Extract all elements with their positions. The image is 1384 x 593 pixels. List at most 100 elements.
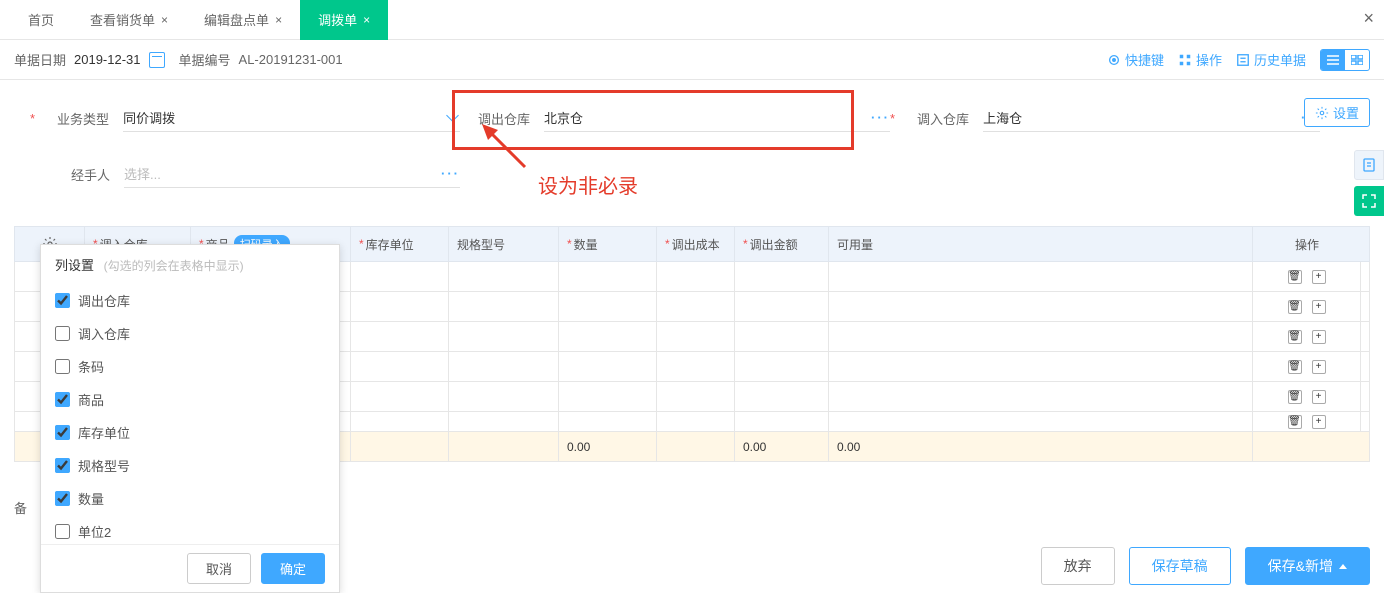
col-item[interactable]: 库存单位: [55, 416, 325, 449]
in-wh-group: * 调入仓库 上海仓 ···: [890, 104, 1320, 132]
save-draft-button[interactable]: 保存草稿: [1129, 547, 1231, 585]
biz-type-group: * 业务类型 同价调拨: [30, 104, 460, 132]
delete-row-icon[interactable]: 🗑: [1288, 360, 1302, 374]
tab-edit-inventory[interactable]: 编辑盘点单×: [186, 0, 300, 40]
summary-out-amount: 0.00: [829, 432, 1253, 461]
delete-row-icon[interactable]: 🗑: [1288, 300, 1302, 314]
popup-body[interactable]: 调出仓库 调入仓库 条码 商品 库存单位 规格型号 数量 单位2: [41, 284, 339, 544]
tabs-bar: 首页 查看销货单 × 编辑盘点单× 调拨单 × ×: [0, 0, 1384, 40]
tab-home[interactable]: 首页: [10, 0, 72, 40]
delete-row-icon[interactable]: 🗑: [1288, 270, 1302, 284]
calendar-icon[interactable]: [149, 52, 165, 68]
close-icon[interactable]: ×: [1363, 8, 1374, 29]
out-wh-combo[interactable]: 北京仓 ···: [544, 104, 890, 132]
col-item[interactable]: 调出仓库: [55, 284, 325, 317]
out-wh-group: 调出仓库 北京仓 ···: [460, 104, 890, 132]
view-toggle: [1320, 49, 1370, 71]
cancel-button[interactable]: 取消: [187, 553, 251, 584]
save-new-button[interactable]: 保存&新增: [1245, 547, 1370, 585]
checkbox[interactable]: [55, 425, 70, 440]
tab-transfer[interactable]: 调拨单 ×: [300, 0, 388, 40]
side-float: [1354, 150, 1384, 222]
tab-label: 调拨单: [318, 10, 357, 29]
required-mark: *: [30, 111, 35, 126]
view-list-icon[interactable]: [1321, 50, 1345, 70]
add-row-icon[interactable]: +: [1312, 330, 1326, 344]
th-qty: *数量: [559, 227, 657, 261]
expand-float-button[interactable]: [1354, 186, 1384, 216]
tab-view-sales[interactable]: 查看销货单 ×: [72, 0, 186, 40]
tab-label: 首页: [28, 10, 54, 29]
th-out-amount: *调出金额: [735, 227, 829, 261]
checkbox[interactable]: [55, 491, 70, 506]
col-item[interactable]: 条码: [55, 350, 325, 383]
summary-qty: 0.00: [559, 432, 657, 461]
target-icon: [1107, 53, 1121, 67]
delete-row-icon[interactable]: 🗑: [1288, 415, 1302, 429]
checkbox[interactable]: [55, 524, 70, 539]
add-row-icon[interactable]: +: [1312, 415, 1326, 429]
in-wh-combo[interactable]: 上海仓 ···: [983, 104, 1320, 132]
checkbox[interactable]: [55, 359, 70, 374]
close-icon[interactable]: ×: [275, 13, 282, 27]
handler-combo[interactable]: 选择... ···: [124, 160, 460, 188]
ellipsis-icon: ···: [871, 110, 890, 125]
th-spec: 规格型号: [449, 227, 559, 261]
popup-footer: 取消 确定: [41, 544, 339, 592]
add-row-icon[interactable]: +: [1312, 360, 1326, 374]
gear-icon: [1315, 106, 1329, 120]
th-unit: *库存单位: [351, 227, 449, 261]
doc-date-label: 单据日期: [14, 50, 66, 69]
handler-placeholder: 选择...: [124, 164, 161, 183]
settings-button[interactable]: 设置: [1304, 98, 1370, 127]
footer-bar: 放弃 保存草稿 保存&新增: [1041, 547, 1370, 585]
doc-no-value: AL-20191231-001: [239, 52, 343, 67]
in-wh-value: 上海仓: [983, 108, 1022, 127]
col-item[interactable]: 数量: [55, 482, 325, 515]
form-area: * 业务类型 同价调拨 调出仓库 北京仓 ··· * 调入仓库 上海仓 ··· …: [0, 80, 1384, 226]
header-row: 单据日期 2019-12-31 单据编号 AL-20191231-001 快捷键…: [0, 40, 1384, 80]
checkbox[interactable]: [55, 392, 70, 407]
handler-label: 经手人: [40, 165, 110, 184]
list-icon: [1236, 53, 1250, 67]
col-item[interactable]: 规格型号: [55, 449, 325, 482]
checkbox[interactable]: [55, 326, 70, 341]
delete-row-icon[interactable]: 🗑: [1288, 390, 1302, 404]
th-out-cost: *调出成本: [657, 227, 735, 261]
th-avail: 可用量: [829, 227, 1253, 261]
checkbox[interactable]: [55, 458, 70, 473]
ok-button[interactable]: 确定: [261, 553, 325, 584]
remark-label: 备: [14, 498, 27, 517]
biz-type-value: 同价调拨: [123, 108, 175, 127]
close-icon[interactable]: ×: [363, 13, 370, 27]
close-icon[interactable]: ×: [161, 13, 168, 27]
col-item[interactable]: 商品: [55, 383, 325, 416]
add-row-icon[interactable]: +: [1312, 390, 1326, 404]
doc-date-value[interactable]: 2019-12-31: [74, 52, 141, 67]
col-item[interactable]: 单位2: [55, 515, 325, 544]
ellipsis-icon: ···: [441, 166, 460, 181]
add-row-icon[interactable]: +: [1312, 300, 1326, 314]
required-mark: *: [890, 111, 895, 126]
history-link[interactable]: 历史单据: [1236, 50, 1306, 69]
doc-float-button[interactable]: [1354, 150, 1384, 180]
view-card-icon[interactable]: [1345, 50, 1369, 70]
in-wh-label: 调入仓库: [899, 109, 969, 128]
discard-button[interactable]: 放弃: [1041, 547, 1115, 585]
add-row-icon[interactable]: +: [1312, 270, 1326, 284]
chevron-down-icon: [446, 111, 460, 125]
biz-type-combo[interactable]: 同价调拨: [123, 104, 460, 132]
checkbox[interactable]: [55, 293, 70, 308]
delete-row-icon[interactable]: 🗑: [1288, 330, 1302, 344]
th-ops: 操作: [1253, 227, 1361, 261]
out-wh-value: 北京仓: [544, 108, 583, 127]
tab-label: 查看销货单: [90, 10, 155, 29]
popup-header: 列设置 (勾选的列会在表格中显示): [41, 245, 339, 284]
caret-up-icon: [1339, 564, 1347, 569]
operate-link[interactable]: 操作: [1178, 50, 1222, 69]
col-item[interactable]: 调入仓库: [55, 317, 325, 350]
biz-type-label: 业务类型: [39, 109, 109, 128]
shortcut-link[interactable]: 快捷键: [1107, 50, 1164, 69]
popup-hint: (勾选的列会在表格中显示): [104, 259, 244, 273]
doc-no-label: 单据编号: [179, 50, 231, 69]
